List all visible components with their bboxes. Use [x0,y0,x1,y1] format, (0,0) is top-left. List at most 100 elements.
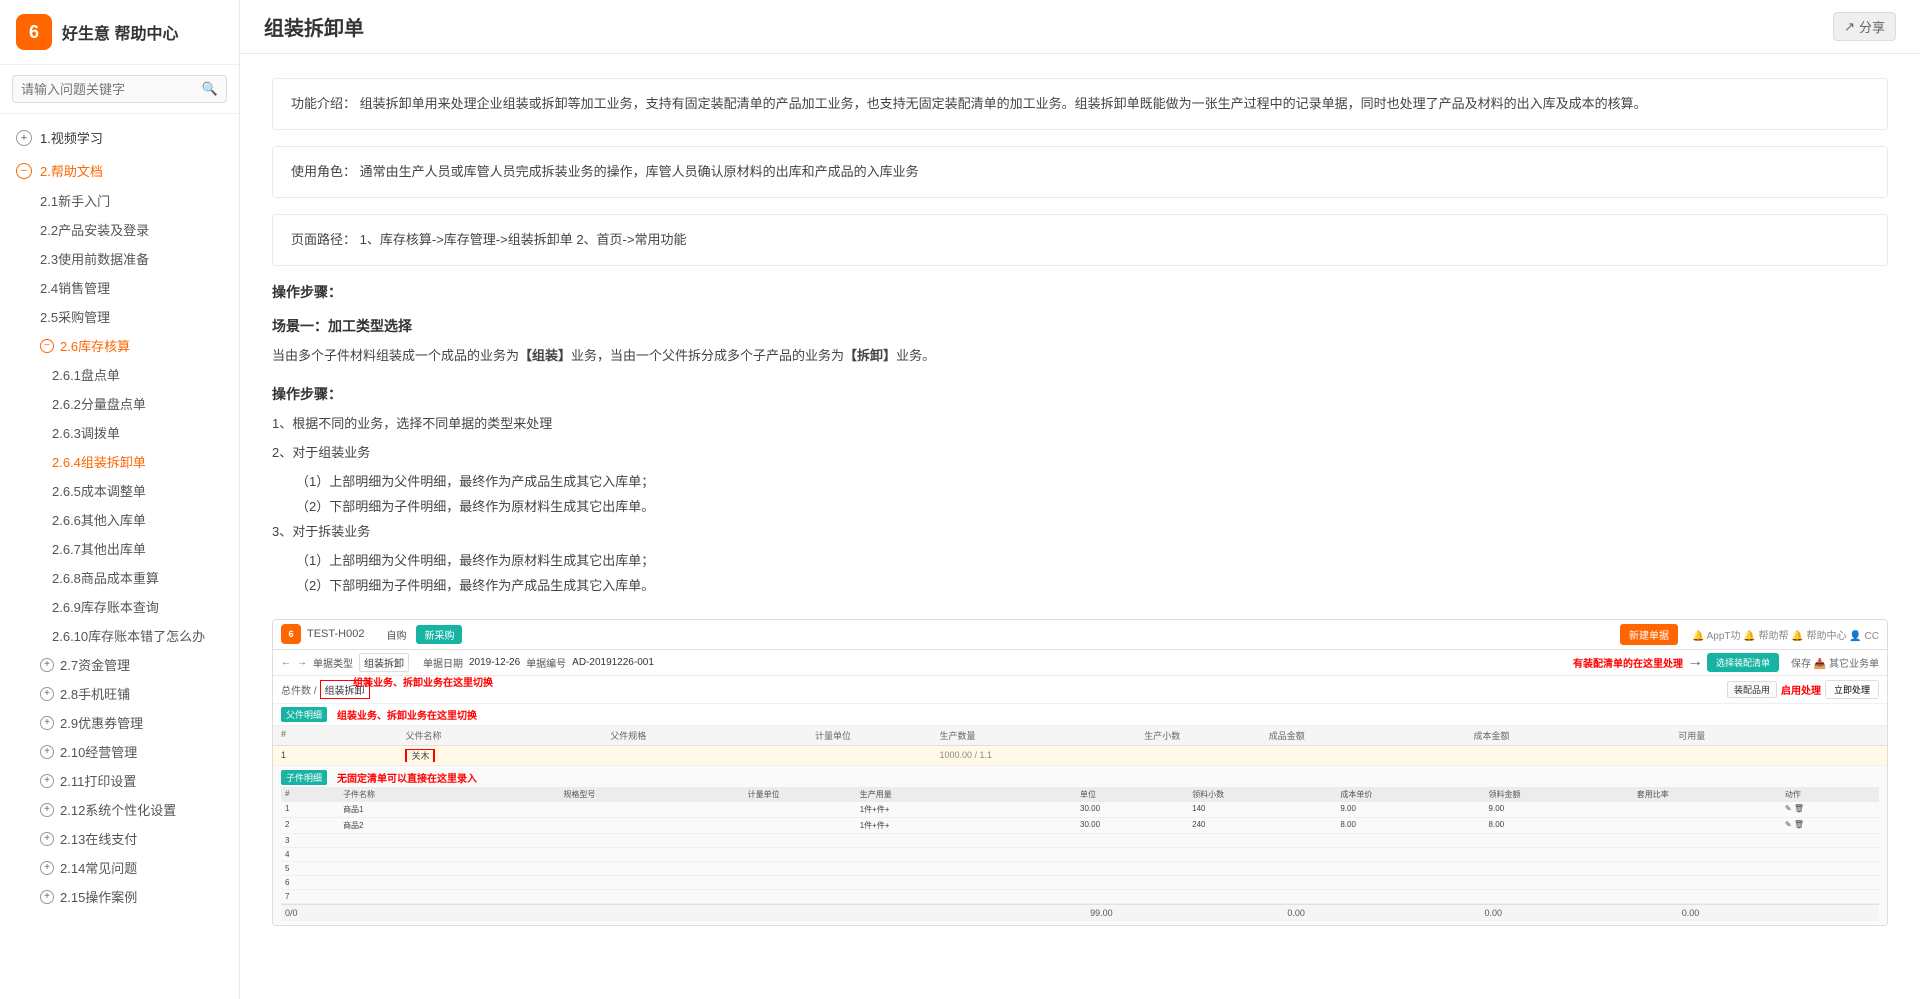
search-area: 🔍 [0,65,239,114]
mock-tab-zigou[interactable]: 自购 [378,625,414,644]
mock-tab-xincaigou[interactable]: 新采购 [416,625,462,644]
logo-text: 好生意 帮助中心 [62,20,178,44]
mock-upper-name-box[interactable]: 关木 [405,749,435,762]
sidebar-item-2.6.8[interactable]: 2.6.8商品成本重算 [0,563,239,592]
mock-ops-icons: 保存 📥 其它业务单 [1791,655,1879,670]
mock-confirm-btn[interactable]: 立即处理 [1825,680,1879,699]
steps-sub-title: 操作步骤： [272,384,1888,404]
nav-list: + 1.视频学习 − 2.帮助文档 2.1新手入门 2.2产品安装及登录 2.3… [0,114,239,999]
sidebar-item-2.6.5[interactable]: 2.6.5成本调整单 [0,476,239,505]
sidebar-item-docs[interactable]: − 2.帮助文档 [0,155,239,186]
annotation2-inline: 组装业务、拆卸业务在这里切换 [337,707,477,722]
sidebar-item-2.6[interactable]: − 2.6库存核算 [0,331,239,360]
mock-lower-row-1: 1 商品1 1件+件+ 30.00 140 9.00 9.00 ✎ 🗑 [281,802,1879,818]
plus-icon: + [16,130,32,146]
annotation2-area: 组装业务、拆卸业务在这里切换 [353,674,493,689]
mock-footer-row: 0/0 99.00 0.00 0.00 0.00 [281,904,1879,921]
step3-1: （1）上部明细为父件明细，最终作为原材料生成其它出库单； [272,549,1888,574]
mock-app: 6 TEST-H002 自购 新采购 新建单据 🔔 AppT功 🔔 帮助帮 🔔 … [273,620,1887,925]
mock-title-bar: 6 TEST-H002 自购 新采购 新建单据 🔔 AppT功 🔔 帮助帮 🔔 … [273,620,1887,650]
step2-2: （2）下部明细为子件明细，最终作为原材料生成其它出库单。 [272,495,1888,520]
mock-lower-row-4: 4 [281,848,1879,862]
main-content: 组装拆卸单 ↗ 分享 功能介绍： 组装拆卸单用来处理企业组装或拆卸等加工业务，支… [240,0,1920,999]
ops-title: 操作步骤： [272,282,1888,302]
func-intro-text: 组装拆卸单用来处理企业组装或拆卸等加工业务，支持有固定装配清单的产品加工业务，也… [360,96,1647,111]
step1: 1、根据不同的业务，选择不同单据的类型来处理 [272,412,1888,435]
sidebar-item-2.6.10[interactable]: 2.6.10库存账本错了怎么办 [0,621,239,650]
sidebar-item-2.6.4[interactable]: 2.6.4组装拆卸单 [0,447,239,476]
sidebar-item-2.6.6[interactable]: 2.6.6其他入库单 [0,505,239,534]
mock-lower-row-5: 5 [281,862,1879,876]
arrow-icon: → [1687,653,1703,671]
annotation4-text: 无固定清单可以直接在这里录入 [337,770,477,785]
mock-lower-row-7: 7 [281,890,1879,904]
role-text: 通常由生产人员或库管人员完成拆装业务的操作，库管人员确认原材料的出库和产成品的入… [360,164,919,179]
step2-1: （1）上部明细为父件明细，最终作为产成品生成其它入库单； [272,470,1888,495]
mock-nav-icon-right: → [297,657,307,668]
mock-lower-row-3: 3 [281,834,1879,848]
share-icon: ↗ [1844,19,1855,35]
nav-section-videos: + 1.视频学习 [0,122,239,153]
sidebar-item-2.14[interactable]: + 2.14常见问题 [0,853,239,882]
sidebar-item-2.3[interactable]: 2.3使用前数据准备 [0,244,239,273]
sidebar-item-2.4[interactable]: 2.4销售管理 [0,273,239,302]
mock-upper-table-header: # 父件名称 父件规格 计量单位 生产数量 生产小数 成品金额 成本金额 可用量 [273,726,1887,746]
mock-form-row: 总件数 / 组装拆卸 组装业务、拆卸业务在这里切换 装配品用 启用处理 [273,676,1887,704]
sidebar: 6 好生意 帮助中心 🔍 + 1.视频学习 − 2.帮助文档 2.1新手入门 2… [0,0,240,999]
annotation3-area: 装配品用 启用处理 立即处理 [1727,680,1879,699]
mock-lower-table-header: # 子件名称 规格型号 计量单位 生产用量 单位 领料小数 成本单价 领料金额 … [281,787,1879,802]
sidebar-item-2.11[interactable]: + 2.11打印设置 [0,766,239,795]
mock-title-code: TEST-H002 [307,628,364,640]
step3: 3、对于拆装业务 [272,520,1888,543]
mock-lower-row-2: 2 商品2 1件+件+ 30.00 240 8.00 8.00 ✎ 🗑 [281,818,1879,834]
mock-date-label: 单据日期 [423,655,463,670]
logo-area: 6 好生意 帮助中心 [0,0,239,65]
scenario1-desc: 当由多个子件材料组装成一个成品的业务为【组装】业务，当由一个父件拆分成多个子产品… [272,344,1888,367]
mock-nav-icon-left: ← [281,657,291,668]
func-intro-label: 功能介绍： [291,96,356,111]
upper-section-label: 父件明细 [281,707,327,722]
sidebar-item-2.10[interactable]: + 2.10经营管理 [0,737,239,766]
sidebar-item-2.2[interactable]: 2.2产品安装及登录 [0,215,239,244]
sidebar-item-2.9[interactable]: + 2.9优惠券管理 [0,708,239,737]
sidebar-item-2.13[interactable]: + 2.13在线支付 [0,824,239,853]
annotation3-text: 启用处理 [1781,682,1821,697]
mock-upper-label-row: 父件明细 组装业务、拆卸业务在这里切换 [273,704,1887,726]
mock-lower-row-6: 6 [281,876,1879,890]
mock-select-bom-btn[interactable]: 选择装配清单 [1707,653,1779,672]
mock-doc-type-select[interactable]: 组装拆卸 [359,653,409,672]
mock-upper-row-1: 1 关木 1000.00 / 1.1 [273,746,1887,766]
lower-section-label: 子件明细 [281,770,327,785]
scenario1-title: 场景一：加工类型选择 [272,316,1888,336]
sidebar-item-videos[interactable]: + 1.视频学习 [0,122,239,153]
mock-lower-label-row: 子件明细 无固定清单可以直接在这里录入 [281,770,1879,785]
sidebar-item-2.12[interactable]: + 2.12系统个性化设置 [0,795,239,824]
path-block: 页面路径： 1、库存核算->库存管理->组装拆卸单 2、首页->常用功能 [272,214,1888,266]
sidebar-item-2.6.1[interactable]: 2.6.1盘点单 [0,360,239,389]
mock-lower-section: 子件明细 无固定清单可以直接在这里录入 # 子件名称 规格型号 计量单位 生产用… [273,766,1887,925]
sidebar-item-2.6.2[interactable]: 2.6.2分量盘点单 [0,389,239,418]
search-icon[interactable]: 🔍 [202,81,218,97]
path-label: 页面路径： [291,232,356,247]
search-input[interactable] [21,82,202,97]
sidebar-item-2.8[interactable]: + 2.8手机旺铺 [0,679,239,708]
mock-num-value: AD-20191226-001 [572,657,654,668]
role-block: 使用角色： 通常由生产人员或库管人员完成拆装业务的操作，库管人员确认原材料的出库… [272,146,1888,198]
func-intro-block: 功能介绍： 组装拆卸单用来处理企业组装或拆卸等加工业务，支持有固定装配清单的产品… [272,78,1888,130]
mock-nav-tabs: 自购 新采购 [378,625,462,644]
mock-new-btn[interactable]: 新建单据 [1620,624,1678,645]
sidebar-item-2.6.3[interactable]: 2.6.3调拨单 [0,418,239,447]
sidebar-item-2.7[interactable]: + 2.7资金管理 [0,650,239,679]
annotation1-text: 有装配清单的在这里处理 [1573,655,1683,670]
role-label: 使用角色： [291,164,356,179]
screenshot-container: 6 TEST-H002 自购 新采购 新建单据 🔔 AppT功 🔔 帮助帮 🔔 … [272,619,1888,926]
share-button[interactable]: ↗ 分享 [1833,12,1896,41]
minus-icon-2.6: − [40,339,54,353]
sidebar-item-2.1[interactable]: 2.1新手入门 [0,186,239,215]
sidebar-item-2.6.9[interactable]: 2.6.9库存账本查询 [0,592,239,621]
minus-icon: − [16,163,32,179]
sidebar-item-2.15[interactable]: + 2.15操作案例 [0,882,239,911]
sidebar-item-2.6.7[interactable]: 2.6.7其他出库单 [0,534,239,563]
sidebar-item-2.5[interactable]: 2.5采购管理 [0,302,239,331]
mock-date-value: 2019-12-26 [469,657,520,668]
